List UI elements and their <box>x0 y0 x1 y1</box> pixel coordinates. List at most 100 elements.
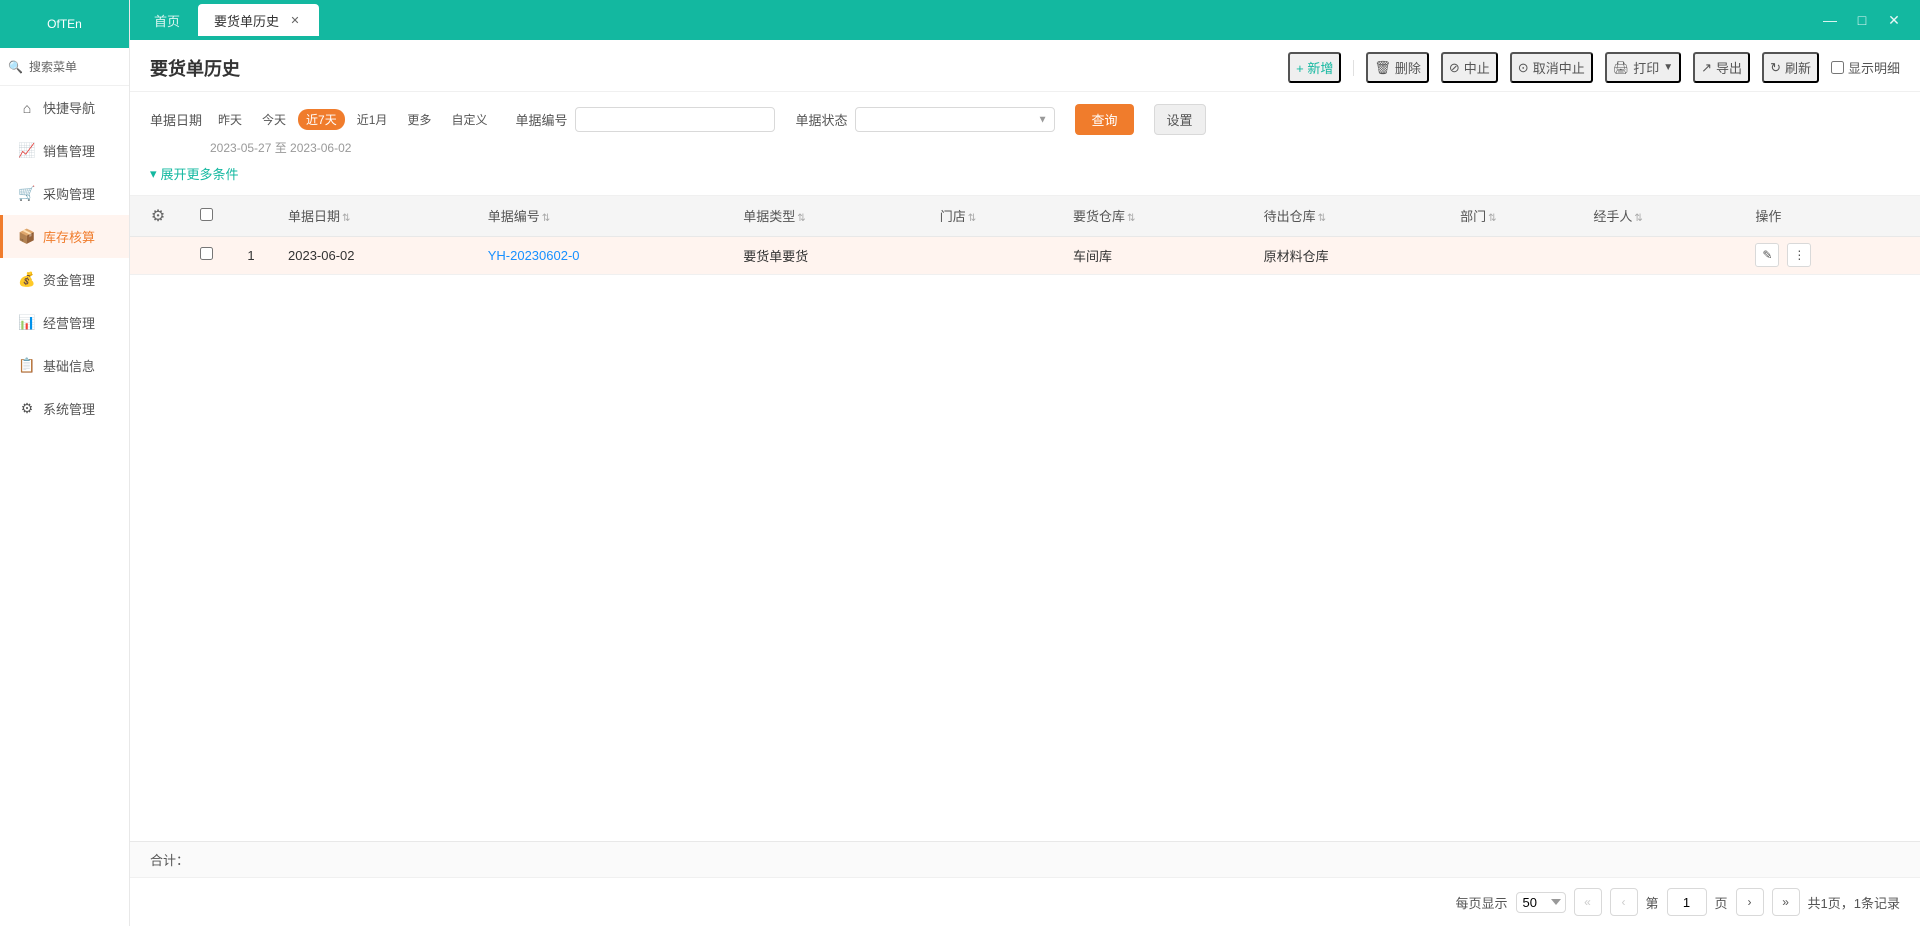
tab-label-requisition-history: 要货单历史 <box>214 11 279 30</box>
sidebar-item-finance[interactable]: 💰 资金管理 <box>0 258 129 301</box>
row-doctype-0: 要货单要货 <box>731 236 927 274</box>
total-label: 合计： <box>150 853 189 868</box>
refresh-icon: ↻ <box>1770 60 1781 76</box>
doctype-sort-icon[interactable]: ⇅ <box>797 213 805 224</box>
nav-icon-quick-nav: ⌂ <box>19 100 35 116</box>
page-label: 页 <box>1715 893 1728 912</box>
date-sort-icon[interactable]: ⇅ <box>342 213 350 224</box>
pagination: 每页显示 50 10 20 100 « ‹ 第 页 › » 共1页，1条记录 <box>130 877 1920 926</box>
settings-button[interactable]: 设置 <box>1154 104 1206 135</box>
sidebar-search[interactable]: 🔍 搜索菜单 <box>0 48 129 86</box>
row-more-btn-0[interactable]: ⋮ <box>1787 243 1811 267</box>
next-page-button[interactable]: › <box>1736 888 1764 916</box>
show-detail-checkbox[interactable] <box>1831 61 1844 74</box>
dept-sort-icon[interactable]: ⇅ <box>1488 213 1496 224</box>
main-area: 首页要货单历史 ✕ — □ ✕ 要货单历史 + 新增 🗑 删除 ⊘ 中止 <box>130 0 1920 926</box>
pendwh-col-header: 待出仓库⇅ <box>1252 196 1448 236</box>
dept-col-header: 部门⇅ <box>1448 196 1581 236</box>
select-all-checkbox[interactable] <box>200 208 213 221</box>
date-shortcut-3[interactable]: 近1月 <box>349 109 396 130</box>
cancel-suspend-icon: ⊙ <box>1518 60 1529 76</box>
pendwh-sort-icon[interactable]: ⇅ <box>1318 213 1326 224</box>
tab-close-requisition-history[interactable]: ✕ <box>287 12 303 28</box>
reqwh-col-header: 要货仓库⇅ <box>1061 196 1252 236</box>
new-button[interactable]: + 新增 <box>1288 52 1341 83</box>
status-select[interactable] <box>855 107 1055 132</box>
table-body: 1 2023-06-02 YH-20230602-0 要货单要货 车间库 原材料… <box>130 236 1920 274</box>
row-reqwh-0: 车间库 <box>1061 236 1252 274</box>
nav-label-system: 系统管理 <box>43 399 95 418</box>
search-icon: 🔍 <box>8 60 23 74</box>
page-header: 要货单历史 + 新增 🗑 删除 ⊘ 中止 ⊙ 取消中止 🖨 打 <box>130 40 1920 92</box>
page-number-input[interactable] <box>1667 888 1707 916</box>
row-docno-link-0[interactable]: YH-20230602-0 <box>488 248 580 263</box>
show-detail-container: 显示明细 <box>1831 58 1900 77</box>
tab-requisition-history[interactable]: 要货单历史 ✕ <box>198 4 319 36</box>
date-shortcut-2[interactable]: 近7天 <box>298 109 345 130</box>
row-dept-0 <box>1448 236 1581 274</box>
reqwh-sort-icon[interactable]: ⇅ <box>1127 213 1135 224</box>
row-checkbox-0 <box>186 236 226 274</box>
sidebar: OfTEn 🔍 搜索菜单 ⌂ 快捷导航 📈 销售管理 🛒 采购管理 📦 库存核算… <box>0 0 130 926</box>
cancel-suspend-button[interactable]: ⊙ 取消中止 <box>1510 52 1593 83</box>
export-button[interactable]: ↗ 导出 <box>1693 52 1750 83</box>
nav-icon-sales: 📈 <box>19 143 35 159</box>
query-button[interactable]: 查询 <box>1075 104 1133 135</box>
row-check-0[interactable] <box>200 247 213 260</box>
sidebar-item-operations[interactable]: 📊 经营管理 <box>0 301 129 344</box>
delete-icon: 🗑 <box>1374 60 1391 76</box>
date-shortcut-4[interactable]: 更多 <box>399 109 439 130</box>
first-page-button[interactable]: « <box>1574 888 1602 916</box>
status-label: 单据状态 <box>795 110 847 129</box>
sidebar-item-sales[interactable]: 📈 销售管理 <box>0 129 129 172</box>
suspend-button[interactable]: ⊘ 中止 <box>1441 52 1498 83</box>
print-icon: 🖨 <box>1613 60 1630 76</box>
date-filter: 单据日期 昨天今天近7天近1月更多自定义 <box>150 109 495 130</box>
nav-label-sales: 销售管理 <box>43 141 95 160</box>
export-icon: ↗ <box>1701 60 1712 76</box>
handler-sort-icon[interactable]: ⇅ <box>1634 213 1642 224</box>
sidebar-logo: OfTEn <box>0 0 129 48</box>
sidebar-item-system[interactable]: ⚙ 系统管理 <box>0 387 129 430</box>
nav-icon-inventory: 📦 <box>19 229 35 245</box>
nav-icon-finance: 💰 <box>19 272 35 288</box>
prev-page-button[interactable]: ‹ <box>1610 888 1638 916</box>
refresh-button[interactable]: ↻ 刷新 <box>1762 52 1819 83</box>
doctype-col-header: 单据类型⇅ <box>731 196 927 236</box>
last-page-button[interactable]: » <box>1772 888 1800 916</box>
print-dropdown-icon: ▼ <box>1663 62 1673 73</box>
expand-more-button[interactable]: ▾ 展开更多条件 <box>150 164 1900 183</box>
page-size-select[interactable]: 50 10 20 100 <box>1516 892 1566 913</box>
row-edit-btn-0[interactable]: ✎ <box>1755 243 1779 267</box>
handler-col-header: 经手人⇅ <box>1581 196 1743 236</box>
sidebar-item-basics[interactable]: 📋 基础信息 <box>0 344 129 387</box>
store-col-header: 门店⇅ <box>928 196 1061 236</box>
date-label: 单据日期 <box>150 110 202 129</box>
content-area: 要货单历史 + 新增 🗑 删除 ⊘ 中止 ⊙ 取消中止 🖨 打 <box>130 40 1920 926</box>
tab-home[interactable]: 首页 <box>138 4 196 36</box>
docno-sort-icon[interactable]: ⇅ <box>542 213 550 224</box>
data-table: ⚙ 单据日期⇅ 单据编号⇅ 单据类型⇅ <box>130 196 1920 275</box>
date-shortcut-5[interactable]: 自定义 <box>443 109 495 130</box>
row-num-0: 1 <box>226 236 276 274</box>
doc-number-input[interactable] <box>575 107 775 132</box>
nav-label-purchase: 采购管理 <box>43 184 95 203</box>
num-col-header <box>226 196 276 236</box>
print-button[interactable]: 🖨 打印 ▼ <box>1605 52 1681 83</box>
row-pendwh-0: 原材料仓库 <box>1252 236 1448 274</box>
sidebar-item-purchase[interactable]: 🛒 采购管理 <box>0 172 129 215</box>
filter-row: 单据日期 昨天今天近7天近1月更多自定义 单据编号 单据状态 <box>150 104 1900 135</box>
sidebar-item-inventory[interactable]: 📦 库存核算 <box>0 215 129 258</box>
delete-button[interactable]: 🗑 删除 <box>1366 52 1429 83</box>
column-settings-button[interactable]: ⚙ <box>142 200 174 232</box>
store-sort-icon[interactable]: ⇅ <box>968 213 976 224</box>
date-shortcut-1[interactable]: 今天 <box>254 109 294 130</box>
date-shortcut-0[interactable]: 昨天 <box>210 109 250 130</box>
tab-bar: 首页要货单历史 ✕ — □ ✕ <box>130 0 1920 40</box>
maximize-button[interactable]: □ <box>1852 10 1872 30</box>
minimize-button[interactable]: — <box>1820 10 1840 30</box>
search-label: 搜索菜单 <box>29 58 77 75</box>
close-button[interactable]: ✕ <box>1884 10 1904 30</box>
docno-col-header: 单据编号⇅ <box>476 196 732 236</box>
sidebar-item-quick-nav[interactable]: ⌂ 快捷导航 <box>0 86 129 129</box>
